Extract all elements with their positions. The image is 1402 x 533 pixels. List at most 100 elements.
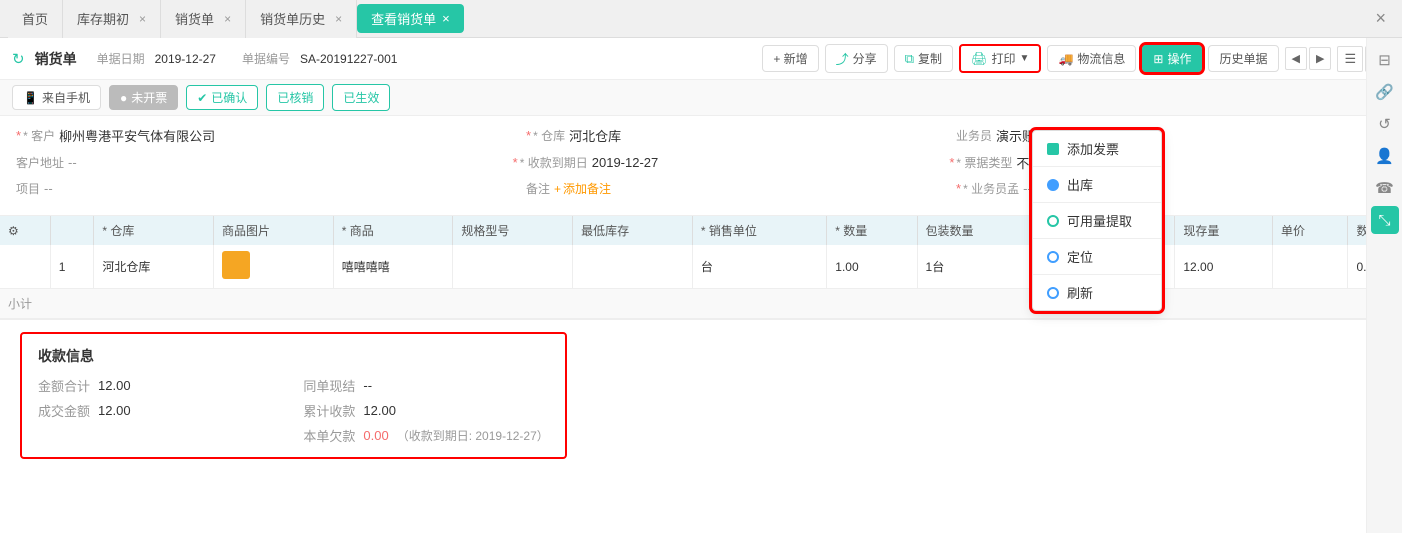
col-warehouse: * 仓库 <box>94 216 214 245</box>
col-index <box>50 216 94 245</box>
add-note-button[interactable]: + 添加备注 <box>554 180 611 197</box>
table-row: 1 河北仓库 嘻嘻嘻嘻 台 1.00 1台 12.00 0. <box>0 245 1402 289</box>
dropdown-add-invoice[interactable]: 添加发票 <box>1033 131 1161 166</box>
col-product: * 商品 <box>333 216 453 245</box>
transaction-value: 12.00 <box>98 403 131 418</box>
nav-arrows: ◀ ▶ <box>1285 47 1332 70</box>
transaction-row: 成交金额 12.00 <box>38 401 283 420</box>
customer-required: * <box>16 128 21 143</box>
address-field: 客户地址 -- <box>16 154 453 171</box>
doc-icon: ↻ <box>12 50 25 68</box>
list-view-btn[interactable]: ☰ <box>1337 46 1363 72</box>
tab-inventory[interactable]: 库存期初 × <box>63 0 161 38</box>
right-btn-1[interactable]: ⊟ <box>1371 46 1399 74</box>
tab-close-view[interactable]: × <box>442 11 450 26</box>
effect-button[interactable]: 已生效 <box>332 84 390 111</box>
ticket-required: * <box>949 155 954 170</box>
right-btn-5[interactable]: ☎ <box>1371 174 1399 202</box>
invoice-icon <box>1047 143 1059 155</box>
doc-title: 销货单 <box>35 49 77 69</box>
total-value: 12.00 <box>98 378 131 393</box>
notopen-icon: ● <box>120 91 127 105</box>
next-arrow[interactable]: ▶ <box>1309 47 1331 70</box>
docno-value: SA-20191227-001 <box>300 52 397 66</box>
ticket-field: * * 票据类型 不开票 <box>949 153 1386 172</box>
subtotal-row: 小计 <box>0 289 1402 319</box>
share-button[interactable]: ⤴ 分享 <box>825 44 888 73</box>
window-close-button[interactable]: × <box>1367 8 1394 29</box>
summary-section: 收款信息 金额合计 12.00 同单现结 -- 成交金额 12.00 累计收款 … <box>0 320 1402 471</box>
ticket-label: * 票据类型 <box>956 154 1012 171</box>
logistics-button[interactable]: 🚚 物流信息 <box>1047 45 1136 72</box>
cumulative-row: 累计收款 12.00 <box>303 401 548 420</box>
add-note-icon: + <box>554 182 561 196</box>
tab-close-history[interactable]: × <box>335 12 342 26</box>
tab-sales[interactable]: 销货单 × <box>161 0 246 38</box>
right-btn-6[interactable]: ⤡ <box>1371 206 1399 234</box>
owe-label: 本单欠款 <box>303 426 355 445</box>
form-row-1: * * 客户 柳州粤港平安气体有限公司 * * 仓库 河北仓库 业务员 演示账号 <box>16 126 1386 145</box>
sold-button[interactable]: 已核销 <box>266 84 324 111</box>
owe-row: 本单欠款 0.00 （收款到期日: 2019-12-27） <box>303 426 548 445</box>
ops-button[interactable]: ⊞ 操作 <box>1142 45 1202 72</box>
toolbar-row1: ↻ 销货单 单据日期 2019-12-27 单据编号 SA-20191227-0… <box>0 38 1402 80</box>
dropdown-refresh[interactable]: 刷新 <box>1033 275 1161 310</box>
form-area: * * 客户 柳州粤港平安气体有限公司 * * 仓库 河北仓库 业务员 演示账号… <box>0 116 1402 216</box>
payment-date-label: * 收款到期日 <box>520 154 588 171</box>
warehouse-value: 河北仓库 <box>569 126 621 145</box>
dropdown-outbound[interactable]: 出库 <box>1033 167 1161 202</box>
transaction-label: 成交金额 <box>38 401 90 420</box>
new-button[interactable]: + 新增 <box>762 45 818 72</box>
col-unit: * 销售单位 <box>692 216 826 245</box>
project-value: -- <box>44 181 53 196</box>
avail-icon <box>1047 215 1059 227</box>
row-unit: 台 <box>692 245 826 289</box>
tab-view-sales[interactable]: 查看销货单 × <box>357 4 464 33</box>
date-value: 2019-12-27 <box>155 52 216 66</box>
share-icon: ⤴ <box>836 49 849 68</box>
row-img <box>214 245 334 289</box>
note-field: 备注 + 添加备注 <box>526 180 956 197</box>
customer-field: * * 客户 柳州粤港平安气体有限公司 <box>16 126 446 145</box>
phone-button[interactable]: 📱 来自手机 <box>12 85 101 110</box>
main-area: ↻ 销货单 单据日期 2019-12-27 单据编号 SA-20191227-0… <box>0 38 1402 533</box>
summary-title: 收款信息 <box>38 346 549 366</box>
warehouse-field: * * 仓库 河北仓库 <box>526 126 956 145</box>
copy-button[interactable]: ⧉ 复制 <box>894 45 953 72</box>
payment-date-field: * * 收款到期日 2019-12-27 <box>513 154 950 171</box>
prev-arrow[interactable]: ◀ <box>1285 47 1307 70</box>
dropdown-avail-extract[interactable]: 可用量提取 <box>1033 203 1161 238</box>
history-button[interactable]: 历史单据 <box>1208 45 1278 72</box>
row-warehouse: 河北仓库 <box>94 245 214 289</box>
toolbar-actions: + 新增 ⤴ 分享 ⧉ 复制 🖨 打印 ▼ 🚚 物流信息 ⊞ 操作 <box>762 44 1390 73</box>
row-min-stock <box>573 245 693 289</box>
logistics-icon: 🚚 <box>1058 52 1073 66</box>
right-btn-4[interactable]: 👤 <box>1371 142 1399 170</box>
tab-bar: 首页 库存期初 × 销货单 × 销货单历史 × 查看销货单 × × <box>0 0 1402 38</box>
product-thumbnail <box>222 251 250 279</box>
copy-icon: ⧉ <box>905 51 914 67</box>
tab-close-sales[interactable]: × <box>224 12 231 26</box>
date-label: 单据日期 <box>97 50 145 67</box>
owe-value: 0.00 <box>363 428 388 443</box>
print-button[interactable]: 🖨 打印 ▼ <box>959 44 1041 73</box>
right-btn-2[interactable]: 🔗 <box>1371 78 1399 106</box>
confirmed-button[interactable]: ✔ 已确认 <box>186 85 258 110</box>
warehouse-required: * <box>526 128 531 143</box>
row-qty: 1.00 <box>827 245 917 289</box>
dropdown-locate[interactable]: 定位 <box>1033 239 1161 274</box>
project-field: 项目 -- <box>16 180 446 197</box>
col-gear: ⚙ <box>0 216 50 245</box>
cumulative-label: 累计收款 <box>303 401 355 420</box>
right-btn-3[interactable]: ↺ <box>1371 110 1399 138</box>
phone-icon: 📱 <box>23 91 38 105</box>
total-label: 金额合计 <box>38 376 90 395</box>
note-label: 备注 <box>526 180 550 197</box>
locate-icon <box>1047 251 1059 263</box>
toolbar-row2: 📱 来自手机 ● 未开票 ✔ 已确认 已核销 已生效 <box>0 80 1402 116</box>
tab-home[interactable]: 首页 <box>8 0 63 38</box>
notopen-button[interactable]: ● 未开票 <box>109 85 178 110</box>
tab-close-inventory[interactable]: × <box>139 12 146 26</box>
tab-sales-history[interactable]: 销货单历史 × <box>246 0 357 38</box>
col-price: 单价 <box>1272 216 1348 245</box>
